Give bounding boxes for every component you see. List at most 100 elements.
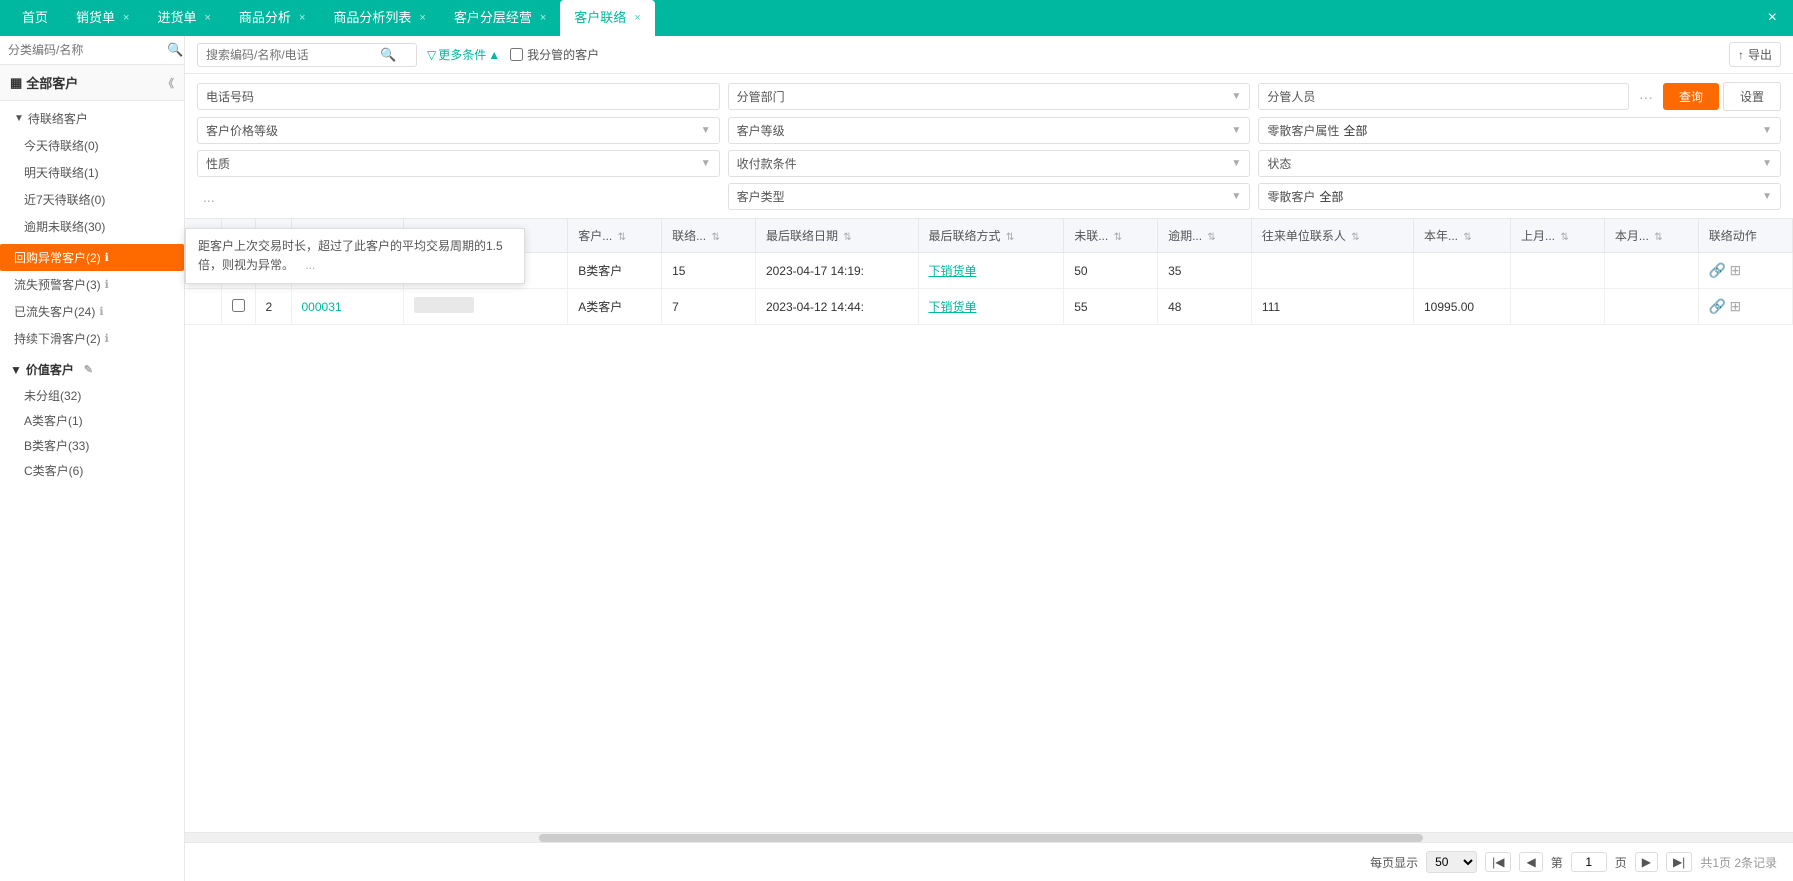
nav-item-customer-contact[interactable]: 客户联络 × bbox=[560, 0, 654, 36]
filter-customer-type-field[interactable]: 客户类型 ▼ bbox=[728, 183, 1251, 210]
row2-code-cell[interactable]: 000031 bbox=[291, 289, 404, 325]
sidebar-item-overdue[interactable]: 逾期未联络(30) bbox=[0, 213, 184, 240]
nav-item-customer-tier[interactable]: 客户分层经营 × bbox=[440, 0, 560, 36]
nav-item-purchase[interactable]: 进货单 × bbox=[143, 0, 224, 36]
page-label: 第 bbox=[1551, 854, 1563, 871]
scroll-thumb[interactable] bbox=[539, 834, 1423, 842]
sidebar-search-input[interactable] bbox=[8, 43, 163, 57]
sort-icon-contact[interactable]: ⇅ bbox=[711, 232, 719, 243]
filter-person-field[interactable]: 分管人员 bbox=[1258, 83, 1629, 110]
window-close-button[interactable]: × bbox=[1760, 9, 1785, 27]
unpaid-column-header: 未联... ⇅ bbox=[1064, 219, 1158, 253]
sidebar-item-tomorrow[interactable]: 明天待联络(1) bbox=[0, 159, 184, 186]
sidebar-item-churned[interactable]: 已流失客户(24) ℹ bbox=[0, 298, 184, 325]
main-layout: 🔍 ▦ 全部客户 《 ▼ 待联络客户 今天待联络(0) 明天待联络(1) 近7天… bbox=[0, 36, 1793, 881]
sidebar-item-unclassified[interactable]: 未分组(32) bbox=[0, 383, 184, 408]
horizontal-scrollbar[interactable] bbox=[185, 832, 1793, 842]
nav-item-home[interactable]: 首页 bbox=[8, 0, 62, 36]
last-page-button[interactable]: ▶| bbox=[1666, 852, 1692, 872]
filter-search-icon[interactable]: 🔍 bbox=[380, 47, 396, 63]
row2-actions-cell: 🔗 ⊞ bbox=[1698, 289, 1792, 325]
row2-apps-icon[interactable]: ⊞ bbox=[1729, 298, 1741, 314]
sidebar-search-icon[interactable]: 🔍 bbox=[167, 42, 183, 58]
info-icon-repurchase: ℹ bbox=[105, 251, 109, 264]
row1-apps-icon[interactable]: ⊞ bbox=[1729, 262, 1741, 278]
close-icon-purchase[interactable]: × bbox=[204, 0, 210, 36]
churned-label: 已流失客户(24) bbox=[14, 303, 95, 320]
row1-actions-cell: 🔗 ⊞ bbox=[1698, 253, 1792, 289]
filter-status-col: 状态 ▼ bbox=[1258, 150, 1781, 177]
filter-retail-attr-field[interactable]: 零散客户属性 全部 ▼ bbox=[1258, 117, 1781, 144]
pending-group-title[interactable]: ▼ 待联络客户 bbox=[0, 105, 184, 132]
my-customers-checkbox[interactable] bbox=[510, 48, 523, 61]
filter-phone-field[interactable]: 电话号码 bbox=[197, 83, 720, 110]
first-page-button[interactable]: |◀ bbox=[1485, 852, 1511, 872]
dept-label: 分管部门 bbox=[737, 88, 785, 105]
phone-label: 电话号码 bbox=[206, 88, 254, 105]
export-button[interactable]: ↑ 导出 bbox=[1729, 42, 1781, 67]
per-page-select[interactable]: 50 20 100 bbox=[1426, 851, 1477, 873]
sort-icon-unpaid[interactable]: ⇅ bbox=[1114, 232, 1122, 243]
sort-icon-last-date[interactable]: ⇅ bbox=[843, 232, 851, 243]
sort-icon-this-month[interactable]: ⇅ bbox=[1654, 232, 1662, 243]
sidebar-item-7days[interactable]: 近7天待联络(0) bbox=[0, 186, 184, 213]
filter-retail-customer-field[interactable]: 零散客户 全部 ▼ bbox=[1258, 183, 1781, 210]
filter-gender-field[interactable]: 性质 ▼ bbox=[197, 150, 720, 177]
nav-item-analysis-list[interactable]: 商品分析列表 × bbox=[319, 0, 439, 36]
close-icon-analysis[interactable]: × bbox=[299, 0, 305, 36]
sidebar-item-type-a[interactable]: A类客户(1) bbox=[0, 408, 184, 433]
export-icon: ↑ bbox=[1738, 48, 1744, 62]
sort-icon-unit-contact[interactable]: ⇅ bbox=[1351, 232, 1359, 243]
row1-last-way-cell[interactable]: 下销货单 bbox=[918, 253, 1064, 289]
value-group-edit-icon[interactable]: ✎ bbox=[84, 363, 93, 376]
person-dots-button[interactable]: ··· bbox=[1633, 87, 1659, 107]
value-group-header[interactable]: ▼ 价值客户 ✎ bbox=[0, 356, 184, 383]
all-customers-title[interactable]: ▦ 全部客户 《 bbox=[0, 65, 184, 101]
sort-icon-overdue[interactable]: ⇅ bbox=[1207, 232, 1215, 243]
row2-overdue-cell: 48 bbox=[1158, 289, 1252, 325]
total-records-label: 共1页 2条记录 bbox=[1700, 854, 1777, 871]
row2-last-way-cell[interactable]: 下销货单 bbox=[918, 289, 1064, 325]
sidebar-item-type-b[interactable]: B类客户(33) bbox=[0, 433, 184, 458]
sidebar-item-churn-warning[interactable]: 流失预警客户(3) ℹ bbox=[0, 271, 184, 298]
nav-item-sales[interactable]: 销货单 × bbox=[62, 0, 143, 36]
page-input[interactable] bbox=[1571, 852, 1607, 872]
close-icon-customer-tier[interactable]: × bbox=[540, 0, 546, 36]
today-label: 今天待联络(0) bbox=[24, 139, 99, 153]
close-icon-customer-contact[interactable]: × bbox=[634, 0, 640, 36]
close-icon-analysis-list[interactable]: × bbox=[419, 0, 425, 36]
value-group: ▼ 价值客户 ✎ 未分组(32) A类客户(1) B类客户(33) C类客户(6… bbox=[0, 352, 184, 487]
sidebar-collapse-icon[interactable]: 《 bbox=[163, 75, 174, 91]
filter-customer-level-field[interactable]: 客户等级 ▼ bbox=[728, 117, 1251, 144]
nav-label-sales: 销货单 bbox=[76, 0, 115, 36]
retail-customer-chevron-icon: ▼ bbox=[1762, 191, 1772, 202]
sidebar-item-repurchase-abnormal[interactable]: 回购异常客户(2) ℹ bbox=[0, 244, 184, 271]
settings-button[interactable]: 设置 bbox=[1723, 82, 1781, 111]
retail-attr-value: 全部 bbox=[1343, 122, 1762, 139]
sidebar-item-today[interactable]: 今天待联络(0) bbox=[0, 132, 184, 159]
row2-last-date-cell: 2023-04-12 14:44: bbox=[755, 289, 918, 325]
all-customers-label: 全部客户 bbox=[26, 73, 78, 92]
filter-dept-field[interactable]: 分管部门 ▼ bbox=[728, 83, 1251, 110]
filter-price-level-field[interactable]: 客户价格等级 ▼ bbox=[197, 117, 720, 144]
prev-page-button[interactable]: ◀ bbox=[1519, 852, 1542, 872]
nav-item-analysis[interactable]: 商品分析 × bbox=[225, 0, 319, 36]
nav-label-customer-tier: 客户分层经营 bbox=[454, 0, 532, 36]
sort-icon-last-month[interactable]: ⇅ bbox=[1560, 232, 1568, 243]
sort-icon-this-year[interactable]: ⇅ bbox=[1463, 232, 1471, 243]
close-icon-sales[interactable]: × bbox=[123, 0, 129, 36]
row1-link-icon[interactable]: 🔗 bbox=[1709, 262, 1726, 278]
next-page-button[interactable]: ▶ bbox=[1635, 852, 1658, 872]
row2-checkbox[interactable] bbox=[232, 299, 245, 312]
sort-icon-last-way[interactable]: ⇅ bbox=[1006, 232, 1014, 243]
filter-status-field[interactable]: 状态 ▼ bbox=[1258, 150, 1781, 177]
sidebar-item-declining[interactable]: 持续下滑客户(2) ℹ bbox=[0, 325, 184, 352]
filter-payment-field[interactable]: 收付款条件 ▼ bbox=[728, 150, 1251, 177]
more-conditions-button[interactable]: ▽ 更多条件 ▲ bbox=[427, 46, 500, 63]
dots-button-row4[interactable]: ... bbox=[197, 187, 221, 207]
filter-search-input[interactable] bbox=[206, 48, 376, 62]
sidebar-item-type-c[interactable]: C类客户(6) bbox=[0, 458, 184, 483]
query-button[interactable]: 查询 bbox=[1663, 83, 1719, 110]
sort-icon-type[interactable]: ⇅ bbox=[618, 232, 626, 243]
row2-link-icon[interactable]: 🔗 bbox=[1709, 298, 1726, 314]
